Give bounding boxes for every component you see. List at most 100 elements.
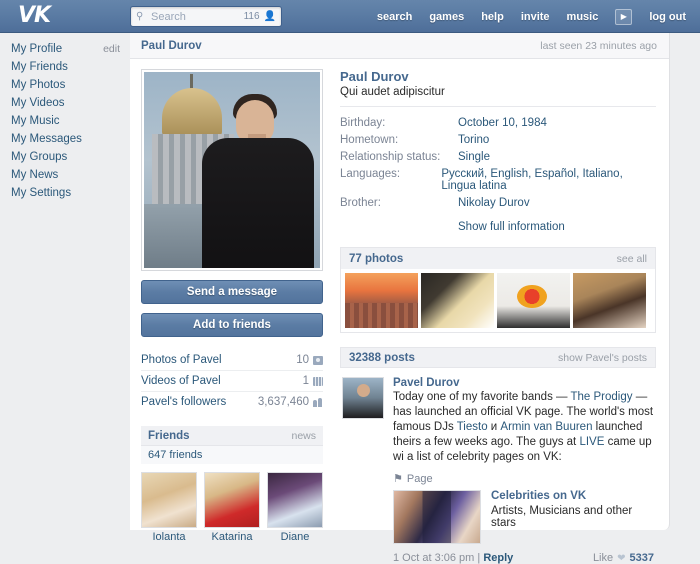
sidebar-item-label: My Friends — [11, 61, 68, 73]
stat-videos-of-pavel[interactable]: Videos of Pavel 1 — [141, 371, 323, 392]
sidebar-item-my-photos[interactable]: My Photos — [0, 76, 130, 94]
top-bar: VK ⚲ Search 116 👤 search games help invi… — [0, 0, 700, 33]
show-full-information-link[interactable]: Show full information — [458, 221, 656, 233]
friends-news-link[interactable]: news — [291, 430, 316, 442]
avatar[interactable] — [342, 377, 384, 419]
video-icon — [313, 377, 323, 386]
profile-photo[interactable] — [141, 69, 323, 271]
sidebar-item-label: My Music — [11, 115, 60, 127]
friends-count: 647 friends — [141, 446, 323, 464]
sidebar-item-label: My Messages — [11, 133, 82, 145]
friend-name[interactable]: Katarina — [204, 531, 260, 543]
photo-thumbnail[interactable] — [573, 273, 646, 328]
photo-thumbnail[interactable] — [345, 273, 418, 328]
search-icon: ⚲ — [136, 12, 150, 22]
stat-label: Photos of Pavel — [141, 354, 222, 366]
friends-box-header: Friends news — [141, 426, 323, 446]
vk-logo[interactable]: VK — [18, 3, 50, 28]
like-button[interactable]: Like ❤ 5337 — [593, 552, 654, 564]
post-link-the-prodigy[interactable]: The Prodigy — [571, 391, 633, 403]
post-footer: 1 Oct at 3:06 pm | Reply Like ❤ 5337 — [393, 552, 654, 564]
photos-see-all-link[interactable]: see all — [617, 253, 647, 265]
nav-games[interactable]: games — [429, 11, 464, 23]
friend-name[interactable]: Iolanta — [141, 531, 197, 543]
stat-value: 3,637,460 — [258, 396, 309, 408]
post-link-live[interactable]: LIVE — [579, 436, 604, 448]
sidebar-item-label: My Settings — [11, 187, 71, 199]
profile-stats: Photos of Pavel 10 Videos of Pavel 1 Pav… — [141, 350, 323, 412]
attachment-thumbnail[interactable] — [393, 490, 481, 544]
sidebar-item-my-news[interactable]: My News — [0, 166, 130, 184]
post-text: Today one of my favorite bands — The Pro… — [393, 390, 654, 465]
attachment-title[interactable]: Celebrities on VK — [491, 490, 654, 502]
photos-section: 77 photos see all — [340, 247, 656, 333]
profile-status: Qui audet adipiscitur — [340, 86, 656, 98]
info-label: Relationship status: — [340, 151, 458, 163]
chevron-right-icon[interactable]: ▶ — [615, 9, 632, 25]
stat-label: Pavel's followers — [141, 396, 226, 408]
avatar[interactable] — [141, 472, 197, 528]
last-seen-status: last seen 23 minutes ago — [540, 40, 657, 52]
profile-content: Paul Durov last seen 23 minutes ago Sen — [130, 33, 670, 530]
attachment-label: ⚑ Page — [393, 472, 654, 485]
friend-name[interactable]: Diane — [267, 531, 323, 543]
avatar[interactable] — [204, 472, 260, 528]
photo-strip — [341, 269, 655, 332]
posts-count-title: 32388 posts — [349, 352, 415, 364]
info-value[interactable]: Nikolay Durov — [458, 197, 530, 209]
avatar[interactable] — [267, 472, 323, 528]
profile-name: Paul Durov — [340, 69, 656, 84]
profile-right-column: Paul Durov Qui audet adipiscitur Birthda… — [340, 69, 656, 564]
stat-photos-of-pavel[interactable]: Photos of Pavel 10 — [141, 350, 323, 371]
sidebar-item-my-videos[interactable]: My Videos — [0, 94, 130, 112]
post-link-armin-van-buuren[interactable]: Armin van Buuren — [500, 421, 592, 433]
stat-label: Videos of Pavel — [141, 375, 221, 387]
list-item[interactable]: Katarina — [204, 472, 260, 543]
reply-link[interactable]: Reply — [483, 552, 513, 564]
photo-thumbnail[interactable] — [421, 273, 494, 328]
info-row-brother: Brother: Nikolay Durov — [340, 194, 656, 211]
sidebar-item-my-settings[interactable]: My Settings — [0, 184, 130, 202]
logout-link[interactable]: log out — [649, 11, 686, 23]
sidebar-item-my-music[interactable]: My Music — [0, 112, 130, 130]
send-message-button[interactable]: Send a message — [141, 280, 323, 304]
friends-title: Friends — [148, 430, 190, 442]
list-item[interactable]: Iolanta — [141, 472, 197, 543]
nav-search[interactable]: search — [377, 11, 412, 23]
post-author[interactable]: Pavel Durov — [393, 377, 654, 389]
sidebar-edit-link[interactable]: edit — [103, 43, 120, 55]
info-label: Birthday: — [340, 117, 458, 129]
sidebar-item-my-profile[interactable]: My Profile edit — [0, 40, 130, 58]
post-link-tiesto[interactable]: Tiesto — [457, 421, 488, 433]
stat-followers[interactable]: Pavel's followers 3,637,460 — [141, 392, 323, 412]
sidebar-item-label: My Groups — [11, 151, 67, 163]
person-icon: 👤 — [264, 11, 281, 22]
search-input[interactable]: ⚲ Search 116 👤 — [130, 6, 282, 27]
photo-thumbnail[interactable] — [497, 273, 570, 328]
list-item[interactable]: Diane — [267, 472, 323, 543]
info-value[interactable]: Русский, English, Español, Italiano, Lin… — [441, 168, 656, 192]
info-value[interactable]: October 10, 1984 — [458, 117, 547, 129]
sidebar-item-label: My Photos — [11, 79, 65, 91]
add-to-friends-button[interactable]: Add to friends — [141, 313, 323, 337]
attachment-card[interactable]: Celebrities on VK Artists, Musicians and… — [393, 490, 654, 544]
search-count: 116 — [244, 11, 264, 22]
post-item: Pavel Durov Today one of my favorite ban… — [340, 368, 656, 564]
info-value[interactable]: Single — [458, 151, 490, 163]
top-nav: search games help invite music ▶ log out — [377, 0, 686, 33]
sidebar-item-my-friends[interactable]: My Friends — [0, 58, 130, 76]
info-label: Languages: — [340, 168, 441, 192]
posts-section-header: 32388 posts show Pavel's posts — [340, 347, 656, 368]
sidebar-item-my-groups[interactable]: My Groups — [0, 148, 130, 166]
info-row-languages: Languages: Русский, English, Español, It… — [340, 165, 656, 194]
sidebar-item-label: My News — [11, 169, 58, 181]
stat-value: 10 — [296, 354, 309, 366]
info-value[interactable]: Torino — [458, 134, 489, 146]
footer-separator: | — [477, 552, 480, 564]
nav-help[interactable]: help — [481, 11, 504, 23]
nav-invite[interactable]: invite — [521, 11, 550, 23]
sidebar-item-label: My Profile — [11, 43, 62, 55]
nav-music[interactable]: music — [567, 11, 599, 23]
sidebar-item-my-messages[interactable]: My Messages — [0, 130, 130, 148]
show-posts-link[interactable]: show Pavel's posts — [558, 352, 647, 364]
